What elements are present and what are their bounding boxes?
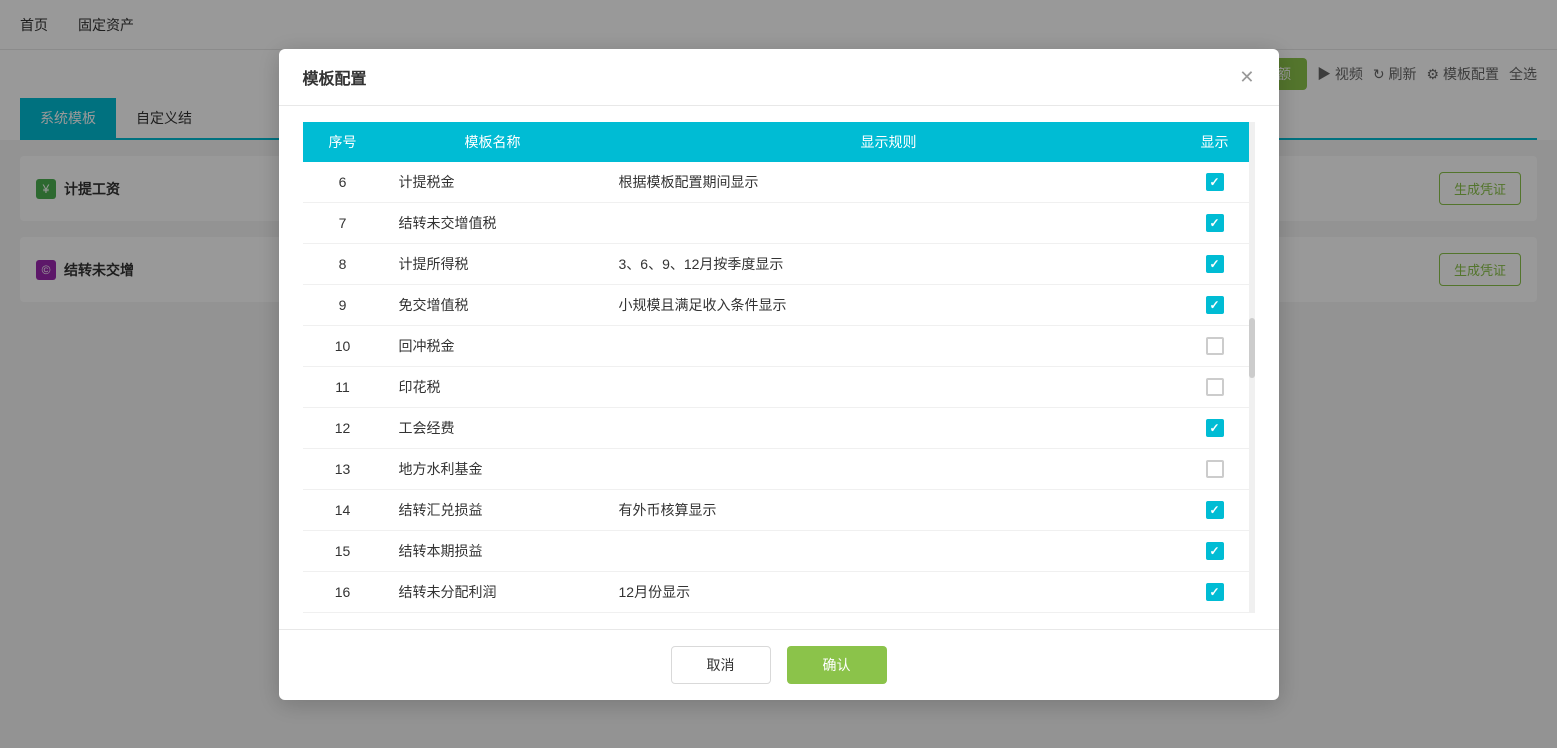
cell-name: 计提所得税 — [383, 243, 603, 284]
checkbox-row-8[interactable] — [1206, 501, 1224, 519]
cell-rule: 小规模且满足收入条件显示 — [603, 284, 1175, 325]
cell-name: 地方水利基金 — [383, 448, 603, 489]
modal-header: 模板配置 ✕ — [279, 49, 1279, 106]
confirm-button[interactable]: 确认 — [787, 646, 887, 684]
modal-footer: 取消 确认 — [279, 629, 1279, 700]
table-row: 15结转本期损益 — [303, 530, 1255, 571]
cell-rule — [603, 202, 1175, 243]
th-display: 显示 — [1175, 122, 1255, 162]
cell-seq: 6 — [303, 162, 383, 203]
cell-name: 结转汇兑损益 — [383, 489, 603, 530]
cancel-button[interactable]: 取消 — [671, 646, 771, 684]
cell-display — [1175, 243, 1255, 284]
cell-display — [1175, 162, 1255, 203]
table-row: 8计提所得税3、6、9、12月按季度显示 — [303, 243, 1255, 284]
checkbox-row-3[interactable] — [1206, 296, 1224, 314]
cell-seq: 7 — [303, 202, 383, 243]
cell-rule: 有外币核算显示 — [603, 489, 1175, 530]
checkbox-row-2[interactable] — [1206, 255, 1224, 273]
cell-name: 回冲税金 — [383, 325, 603, 366]
cell-name: 结转本期损益 — [383, 530, 603, 571]
cell-display — [1175, 325, 1255, 366]
cell-display — [1175, 407, 1255, 448]
cell-rule: 3、6、9、12月按季度显示 — [603, 243, 1175, 284]
cell-seq: 10 — [303, 325, 383, 366]
cell-seq: 9 — [303, 284, 383, 325]
cell-seq: 15 — [303, 530, 383, 571]
modal-body: 序号 模板名称 显示规则 显示 6计提税金根据模板配置期间显示7结转未交增值税8… — [279, 106, 1279, 629]
cell-display — [1175, 284, 1255, 325]
cell-display — [1175, 448, 1255, 489]
checkbox-row-10[interactable] — [1206, 583, 1224, 601]
table-row: 12工会经费 — [303, 407, 1255, 448]
cell-display — [1175, 489, 1255, 530]
config-table: 序号 模板名称 显示规则 显示 6计提税金根据模板配置期间显示7结转未交增值税8… — [303, 122, 1255, 613]
modal-title: 模板配置 — [303, 65, 367, 89]
cell-rule — [603, 325, 1175, 366]
cell-display — [1175, 366, 1255, 407]
checkbox-row-0[interactable] — [1206, 173, 1224, 191]
cell-name: 计提税金 — [383, 162, 603, 203]
table-row: 7结转未交增值税 — [303, 202, 1255, 243]
th-rule: 显示规则 — [603, 122, 1175, 162]
th-name: 模板名称 — [383, 122, 603, 162]
cell-rule — [603, 407, 1175, 448]
table-row: 10回冲税金 — [303, 325, 1255, 366]
cell-seq: 16 — [303, 571, 383, 612]
cell-display — [1175, 530, 1255, 571]
cell-rule: 12月份显示 — [603, 571, 1175, 612]
checkbox-row-7[interactable] — [1206, 460, 1224, 478]
cell-seq: 13 — [303, 448, 383, 489]
cell-name: 结转未分配利润 — [383, 571, 603, 612]
checkbox-row-9[interactable] — [1206, 542, 1224, 560]
scrollbar-indicator — [1249, 122, 1255, 613]
table-row: 14结转汇兑损益有外币核算显示 — [303, 489, 1255, 530]
cell-name: 免交增值税 — [383, 284, 603, 325]
cell-name: 结转未交增值税 — [383, 202, 603, 243]
cell-seq: 12 — [303, 407, 383, 448]
checkbox-row-5[interactable] — [1206, 378, 1224, 396]
table-body: 6计提税金根据模板配置期间显示7结转未交增值税8计提所得税3、6、9、12月按季… — [303, 162, 1255, 613]
checkbox-row-1[interactable] — [1206, 214, 1224, 232]
table-row: 16结转未分配利润12月份显示 — [303, 571, 1255, 612]
cell-name: 印花税 — [383, 366, 603, 407]
table-row: 6计提税金根据模板配置期间显示 — [303, 162, 1255, 203]
cell-rule — [603, 366, 1175, 407]
table-row: 11印花税 — [303, 366, 1255, 407]
cell-display — [1175, 571, 1255, 612]
cell-name: 工会经费 — [383, 407, 603, 448]
cell-rule: 根据模板配置期间显示 — [603, 162, 1175, 203]
cell-rule — [603, 448, 1175, 489]
modal-overlay: 模板配置 ✕ 序号 模板名称 显示规则 显示 6计提税金根据模板配置期间显 — [0, 0, 1557, 748]
table-row: 9免交增值税小规模且满足收入条件显示 — [303, 284, 1255, 325]
cell-display — [1175, 202, 1255, 243]
checkbox-row-6[interactable] — [1206, 419, 1224, 437]
th-seq: 序号 — [303, 122, 383, 162]
table-scroll-wrapper: 序号 模板名称 显示规则 显示 6计提税金根据模板配置期间显示7结转未交增值税8… — [303, 122, 1255, 613]
scrollbar-thumb — [1249, 318, 1255, 378]
cell-seq: 14 — [303, 489, 383, 530]
cell-rule — [603, 530, 1175, 571]
modal-close-button[interactable]: ✕ — [1239, 68, 1254, 86]
checkbox-row-4[interactable] — [1206, 337, 1224, 355]
modal-template-config: 模板配置 ✕ 序号 模板名称 显示规则 显示 6计提税金根据模板配置期间显 — [279, 49, 1279, 700]
cell-seq: 8 — [303, 243, 383, 284]
table-row: 13地方水利基金 — [303, 448, 1255, 489]
cell-seq: 11 — [303, 366, 383, 407]
table-header-row: 序号 模板名称 显示规则 显示 — [303, 122, 1255, 162]
